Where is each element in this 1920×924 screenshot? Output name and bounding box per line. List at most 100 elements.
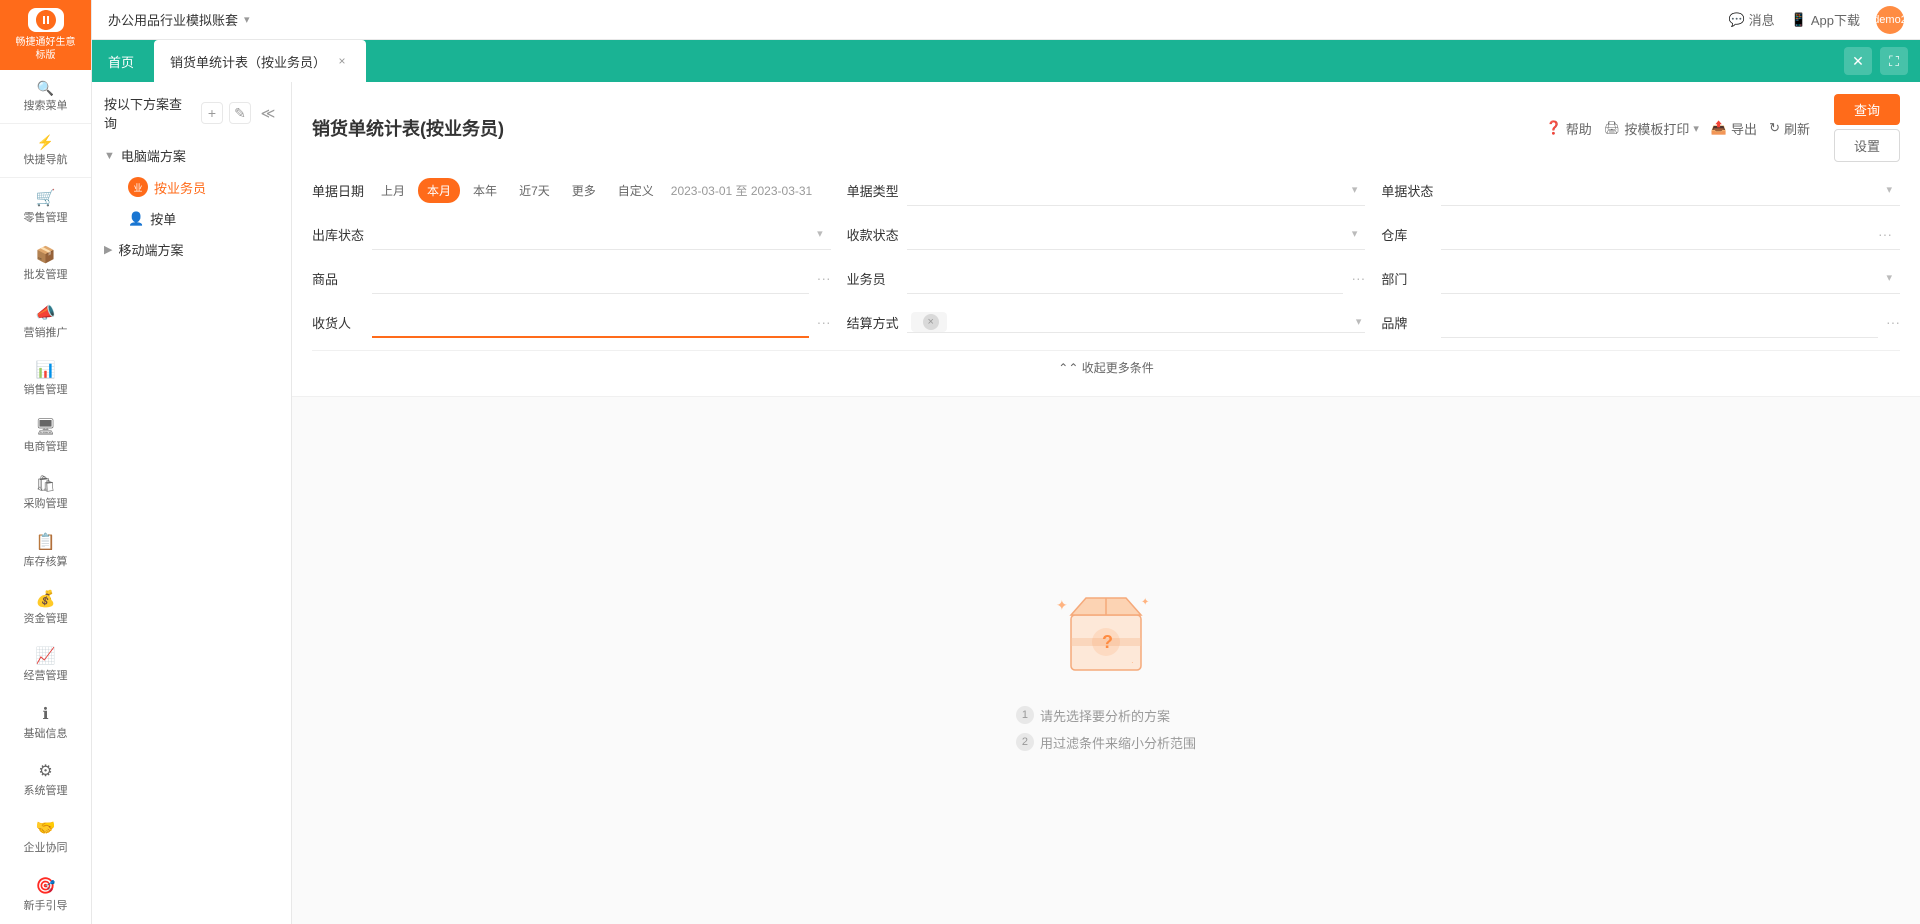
sidebar-item-8[interactable]: 📈经营管理 bbox=[20, 636, 72, 693]
date-btn-custom[interactable]: 自定义 bbox=[609, 178, 663, 203]
workspace-dropdown-icon[interactable]: ▾ bbox=[244, 13, 250, 26]
filter-date: 单据日期 上月 本月 本年 近7天 更多 自定义 2023-03-01 至 20… bbox=[312, 178, 831, 203]
type-label: 单据类型 bbox=[847, 181, 899, 200]
sidebar-item-11[interactable]: 🤝企业协同 bbox=[20, 808, 72, 865]
goods-dots[interactable]: ··· bbox=[817, 270, 831, 286]
user-action[interactable]: demo2 bbox=[1876, 6, 1904, 34]
filter-row-4: 收货人 ··· 结算方式 × ▾ bbox=[312, 306, 1900, 338]
sidebar-item-label-4: 电商管理 bbox=[24, 440, 68, 454]
left-panel-actions: + ✎ ≪ bbox=[201, 102, 279, 124]
type-select[interactable]: ▾ bbox=[907, 174, 1366, 206]
out-status-select[interactable]: ▾ bbox=[372, 218, 831, 250]
tab-sales-stat[interactable]: 销货单统计表（按业务员） × bbox=[154, 40, 366, 82]
warehouse-select[interactable]: ··· bbox=[1441, 218, 1900, 250]
tab-close-icon[interactable]: × bbox=[334, 53, 350, 69]
refresh-action[interactable]: ↻ 刷新 bbox=[1769, 119, 1810, 138]
sidebar-item-4[interactable]: 🖥电商管理 bbox=[20, 407, 72, 464]
sidebar-item-2[interactable]: 📣营销推广 bbox=[20, 293, 72, 350]
pay-status-select[interactable]: ▾ bbox=[907, 218, 1366, 250]
salesperson-scheme-label: 按业务员 bbox=[154, 178, 206, 197]
tab-home[interactable]: 首页 bbox=[92, 40, 150, 82]
close-window-btn[interactable]: ✕ bbox=[1844, 47, 1872, 75]
date-btn-this-month[interactable]: 本月 bbox=[418, 178, 460, 203]
sidebar-item-label-11: 企业协同 bbox=[24, 841, 68, 855]
settlement-tag: × bbox=[911, 312, 947, 332]
help-icon: ❓ bbox=[1546, 120, 1562, 136]
warehouse-dots[interactable]: ··· bbox=[1878, 226, 1892, 242]
consignee-input[interactable] bbox=[372, 306, 809, 338]
query-button[interactable]: 查询 bbox=[1834, 94, 1900, 125]
date-btn-last-month[interactable]: 上月 bbox=[372, 178, 414, 203]
add-scheme-btn[interactable]: + bbox=[201, 102, 223, 124]
sidebar-item-0[interactable]: 🛒零售管理 bbox=[20, 178, 72, 235]
page-header-actions: ❓ 帮助 🖨 按模板打印 ▾ 📤 导出 ↻ 刷新 bbox=[1546, 119, 1810, 138]
sidebar-item-5[interactable]: 🛍采购管理 bbox=[20, 464, 72, 521]
tree-node-mobile-scheme[interactable]: ▶ 移动端方案 bbox=[92, 234, 291, 265]
date-btn-this-year[interactable]: 本年 bbox=[464, 178, 506, 203]
left-panel-header: 按以下方案查询 + ✎ ≪ bbox=[92, 94, 291, 140]
out-status-dropdown-icon: ▾ bbox=[817, 227, 823, 240]
empty-hint-2: 2 用过滤条件来缩小分析范围 bbox=[1016, 733, 1196, 752]
print-icon: 🖨 bbox=[1604, 120, 1621, 136]
tabbar: 首页 销货单统计表（按业务员） × ✕ ⛶ bbox=[92, 40, 1920, 82]
goods-input[interactable] bbox=[372, 262, 809, 294]
print-label: 按模板打印 bbox=[1624, 119, 1689, 138]
sidebar-item-1[interactable]: 📦批发管理 bbox=[20, 235, 72, 292]
collapse-bar[interactable]: ⌃⌃ 收起更多条件 bbox=[312, 350, 1900, 384]
print-action[interactable]: 🖨 按模板打印 ▾ bbox=[1604, 119, 1699, 138]
status-label: 单据状态 bbox=[1381, 181, 1433, 200]
sidebar-item-6[interactable]: 📋库存核算 bbox=[20, 522, 72, 579]
dept-select[interactable]: ▾ bbox=[1441, 262, 1900, 294]
sidebar-search-item[interactable]: 🔍 搜索菜单 bbox=[0, 70, 91, 124]
svg-text:✦: ✦ bbox=[1141, 597, 1149, 608]
dept-label: 部门 bbox=[1381, 269, 1433, 288]
print-dropdown-icon[interactable]: ▾ bbox=[1693, 122, 1699, 135]
sidebar: 畅捷通好生意 标版 🔍 搜索菜单 ⚡ 快捷导航 🛒零售管理📦批发管理📣营销推广📊… bbox=[0, 0, 92, 924]
sidebar-item-12[interactable]: 🎯新手引导 bbox=[20, 866, 72, 923]
export-icon: 📤 bbox=[1711, 120, 1727, 136]
date-btn-7days[interactable]: 近7天 bbox=[510, 178, 559, 203]
salesperson-dots[interactable]: ··· bbox=[1351, 270, 1365, 286]
sidebar-item-label-5: 采购管理 bbox=[24, 497, 68, 511]
sidebar-item-icon-12: 🎯 bbox=[36, 876, 56, 896]
empty-state-hints: 1 请先选择要分析的方案 2 用过滤条件来缩小分析范围 bbox=[1016, 706, 1196, 752]
topbar-actions: 💬 消息 📱 App下载 demo2 bbox=[1728, 6, 1904, 34]
brand-dots[interactable]: ··· bbox=[1886, 314, 1900, 330]
help-action[interactable]: ❓ 帮助 bbox=[1546, 119, 1592, 138]
tree-node-by-salesperson[interactable]: 业 按业务员 bbox=[116, 171, 291, 203]
collapse-panel-btn[interactable]: ≪ bbox=[257, 102, 279, 124]
collapse-label: 收起更多条件 bbox=[1082, 361, 1154, 375]
filter-settlement: 结算方式 × ▾ bbox=[847, 312, 1366, 333]
settlement-dropdown-icon[interactable]: ▾ bbox=[1356, 315, 1362, 328]
sidebar-item-9[interactable]: ℹ基础信息 bbox=[20, 694, 72, 751]
sidebar-item-10[interactable]: ⚙系统管理 bbox=[20, 751, 72, 808]
status-select[interactable]: ▾ bbox=[1441, 174, 1900, 206]
brand-input[interactable] bbox=[1441, 306, 1878, 338]
message-action[interactable]: 💬 消息 bbox=[1728, 10, 1774, 29]
sidebar-item-icon-6: 📋 bbox=[36, 532, 56, 552]
sidebar-item-icon-3: 📊 bbox=[36, 360, 56, 380]
out-status-label: 出库状态 bbox=[312, 225, 364, 244]
sidebar-item-icon-9: ℹ bbox=[42, 704, 48, 724]
sidebar-quicknav-item[interactable]: ⚡ 快捷导航 bbox=[0, 124, 91, 178]
salesperson-label: 业务员 bbox=[847, 269, 899, 288]
sidebar-item-label-8: 经营管理 bbox=[24, 669, 68, 683]
tree-node-by-order[interactable]: 👤 按单 bbox=[116, 203, 291, 234]
sidebar-item-icon-2: 📣 bbox=[36, 303, 56, 323]
expand-window-btn[interactable]: ⛶ bbox=[1880, 47, 1908, 75]
consignee-dots[interactable]: ··· bbox=[817, 314, 831, 330]
sidebar-item-3[interactable]: 📊销售管理 bbox=[20, 350, 72, 407]
settlement-tag-close-btn[interactable]: × bbox=[923, 314, 939, 330]
type-dropdown-icon: ▾ bbox=[1352, 183, 1358, 196]
export-action[interactable]: 📤 导出 bbox=[1711, 119, 1757, 138]
brand-label: 品牌 bbox=[1381, 313, 1433, 332]
edit-scheme-btn[interactable]: ✎ bbox=[229, 102, 251, 124]
svg-text:·: · bbox=[1131, 658, 1134, 667]
salesperson-input[interactable] bbox=[907, 262, 1344, 294]
settings-button[interactable]: 设置 bbox=[1834, 129, 1900, 162]
date-btn-more[interactable]: 更多 bbox=[563, 178, 605, 203]
sidebar-item-7[interactable]: 💰资金管理 bbox=[20, 579, 72, 636]
tree-mobile-label: 移动端方案 bbox=[118, 240, 183, 259]
app-download-action[interactable]: 📱 App下载 bbox=[1791, 10, 1860, 29]
tree-node-pc-scheme[interactable]: ▼ 电脑端方案 bbox=[92, 140, 291, 171]
